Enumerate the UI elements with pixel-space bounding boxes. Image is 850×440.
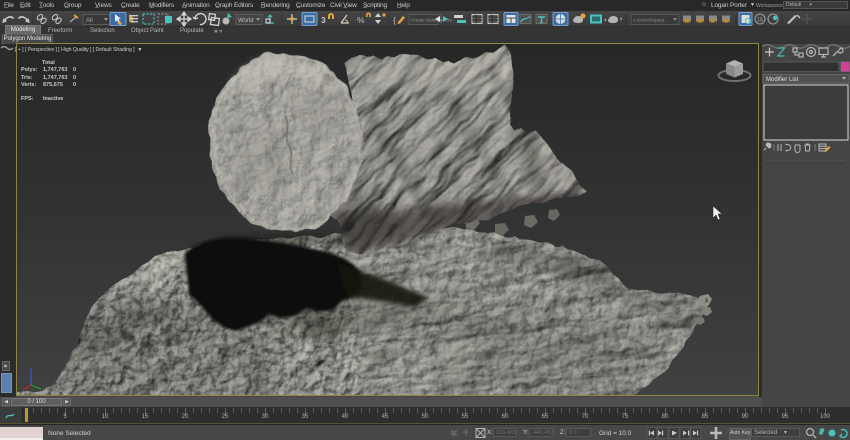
svg-text:Modifier List: Modifier List xyxy=(766,77,799,83)
svg-text:World: World xyxy=(238,18,254,24)
svg-text:All: All xyxy=(86,18,93,24)
svg-text:3: 3 xyxy=(321,15,326,25)
svg-text:%: % xyxy=(357,15,365,25)
svg-text:{: { xyxy=(393,15,396,25)
svg-text:c:\users\loganp...: c:\users\loganp... xyxy=(633,18,668,23)
svg-text:15: 15 xyxy=(757,18,763,24)
